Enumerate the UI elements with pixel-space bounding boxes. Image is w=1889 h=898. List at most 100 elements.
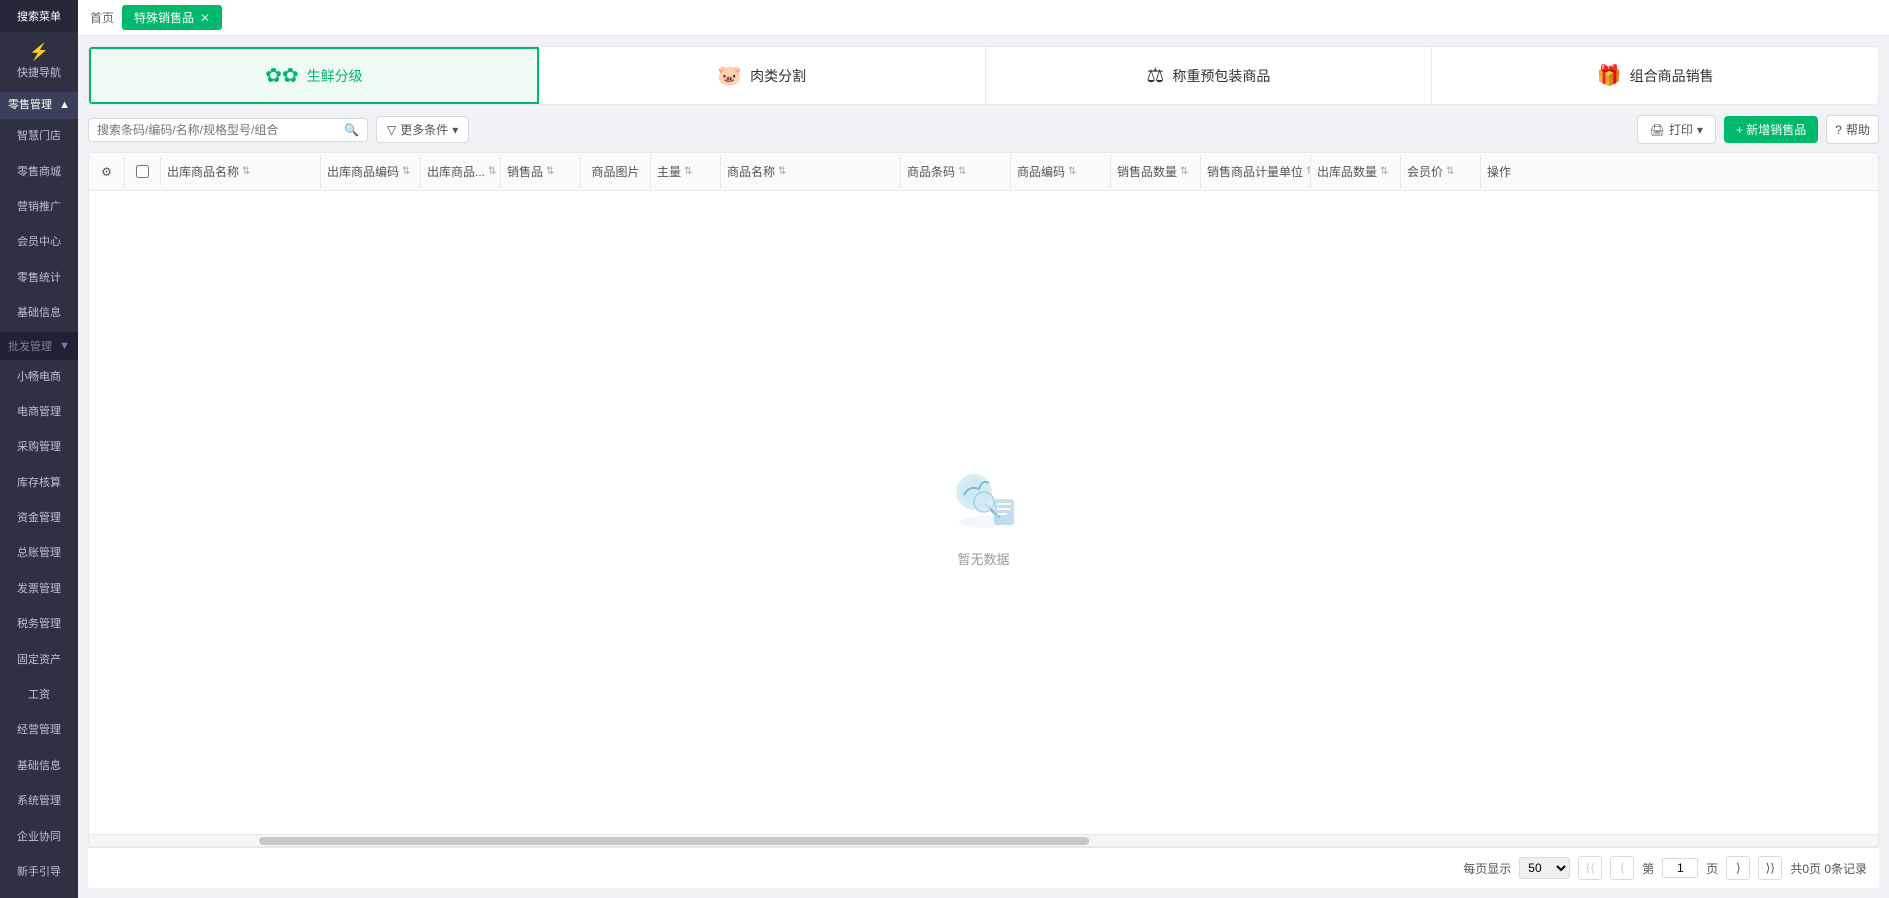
first-page-button[interactable]: ⟨⟨: [1578, 856, 1602, 880]
sidebar-item-settings[interactable]: ⚙: [0, 890, 78, 898]
sidebar-item-new-guide[interactable]: 新手引导: [0, 855, 78, 890]
weight-pack-icon: ⚖: [1146, 63, 1164, 88]
sidebar-item-ecom-mgmt[interactable]: 电商管理: [0, 395, 78, 430]
empty-text: 暂无数据: [957, 549, 1009, 568]
cat-tab-meat-cut[interactable]: 🐷 肉类分割: [539, 47, 986, 104]
last-page-button[interactable]: ⟩⟩: [1758, 856, 1782, 880]
table-header: ⚙ 出库商品名称 ⇅ 出库商品编码 ⇅ 出库商品... ⇅ 销售品: [89, 153, 1878, 191]
meat-cut-label: 肉类分割: [750, 66, 806, 86]
sidebar-item-finance[interactable]: 资金管理: [0, 501, 78, 536]
sidebar-item-wholesale[interactable]: 批发管理 ▼: [0, 332, 78, 360]
th-goods-img: 商品图片: [581, 155, 651, 188]
sidebar-item-ledger[interactable]: 总账管理: [0, 536, 78, 571]
sidebar: 搜索菜单 ⚡ 快捷导航 零售管理 ▲ 智慧门店 零售商城 营销推广 会员中心 零…: [0, 0, 78, 898]
th-action: 操作: [1481, 155, 1541, 188]
select-all-checkbox[interactable]: [136, 165, 149, 178]
sort-goods-code-icon[interactable]: ⇅: [1068, 166, 1076, 177]
scroll-area[interactable]: [89, 834, 1878, 846]
help-icon: ?: [1835, 123, 1842, 137]
filter-label: 更多条件: [400, 121, 448, 138]
search-box[interactable]: 🔍: [88, 118, 368, 142]
empty-state: 暂无数据: [89, 191, 1878, 834]
sort-goods-name-icon[interactable]: ⇅: [778, 166, 786, 177]
sidebar-item-inventory[interactable]: 库存核算: [0, 466, 78, 501]
th-out-code: 出库商品编码 ⇅: [321, 155, 421, 188]
page-label-before: 第: [1642, 860, 1654, 877]
toolbar-right: 🖨 打印 ▾ + 新增销售品 ? 帮助: [1637, 115, 1879, 144]
sort-out-name-icon[interactable]: ⇅: [242, 166, 250, 177]
filter-button[interactable]: ▽ 更多条件 ▾: [376, 116, 469, 143]
print-button[interactable]: 🖨 打印 ▾: [1637, 115, 1716, 144]
th-settings[interactable]: ⚙: [89, 157, 125, 187]
th-out-qty: 出库品数量 ⇅: [1311, 155, 1401, 188]
meat-cut-icon: 🐷: [717, 63, 742, 88]
pagination: 每页显示 50 10 20 100 ⟨⟨ ⟨ 第 页 ⟩ ⟩⟩ 共0页 0条记录: [88, 847, 1879, 888]
scroll-thumb[interactable]: [259, 837, 1089, 845]
sidebar-item-basic-info[interactable]: 基础信息: [0, 296, 78, 331]
sidebar-item-biz[interactable]: 企业协同: [0, 820, 78, 855]
home-link[interactable]: 首页: [90, 9, 114, 26]
sort-weight-icon[interactable]: ⇅: [684, 166, 692, 177]
empty-icon: [944, 457, 1024, 537]
total-info: 共0页 0条记录: [1790, 860, 1867, 877]
cat-tab-combo-sales[interactable]: 🎁 组合商品销售: [1432, 47, 1878, 104]
sidebar-item-member[interactable]: 会员中心: [0, 225, 78, 260]
page-label-after: 页: [1706, 860, 1718, 877]
sidebar-item-fixed-assets[interactable]: 固定资产: [0, 643, 78, 678]
filter-icon: ▽: [387, 123, 396, 137]
th-checkbox[interactable]: [125, 157, 161, 186]
sidebar-item-mini-ecom[interactable]: 小畅电商: [0, 360, 78, 395]
sort-sales-qty-icon[interactable]: ⇅: [1180, 166, 1188, 177]
quick-nav-icon: ⚡: [4, 42, 74, 64]
category-tabs: ✿✿ 生鲜分级 🐷 肉类分割 ⚖ 称重预包装商品 🎁 组合商品销售: [88, 46, 1879, 105]
next-page-button[interactable]: ⟩: [1726, 856, 1750, 880]
sort-sales-goods-icon[interactable]: ⇅: [546, 166, 554, 177]
print-icon: 🖨: [1650, 123, 1665, 137]
new-button[interactable]: + 新增销售品: [1724, 116, 1818, 143]
sidebar-item-marketing[interactable]: 营销推广: [0, 190, 78, 225]
tab-label: 特殊销售品: [134, 9, 194, 26]
help-button[interactable]: ? 帮助: [1826, 115, 1879, 144]
cat-tab-weight-pack[interactable]: ⚖ 称重预包装商品: [986, 47, 1433, 104]
sidebar-item-retail-mgmt[interactable]: 零售管理 ▲: [0, 92, 78, 119]
cat-tab-fresh-grade[interactable]: ✿✿ 生鲜分级: [89, 47, 539, 104]
per-page-label: 每页显示: [1463, 860, 1511, 877]
sort-barcode-icon[interactable]: ⇅: [958, 166, 966, 177]
sort-member-price-icon[interactable]: ⇅: [1446, 166, 1454, 177]
help-label: 帮助: [1846, 121, 1870, 138]
th-weight: 主量 ⇅: [651, 155, 721, 188]
print-label: 打印: [1669, 121, 1693, 138]
sidebar-item-basic-info2[interactable]: 基础信息: [0, 749, 78, 784]
current-tab[interactable]: 特殊销售品 ✕: [122, 5, 222, 30]
fresh-grade-icon: ✿✿: [265, 63, 299, 88]
prev-page-button[interactable]: ⟨: [1610, 856, 1634, 880]
search-icon[interactable]: 🔍: [344, 123, 359, 137]
sidebar-item-quick-nav[interactable]: ⚡ 快捷导航: [0, 32, 78, 92]
sidebar-logo[interactable]: 搜索菜单: [0, 0, 78, 32]
sidebar-item-wages[interactable]: 工资: [0, 678, 78, 713]
toolbar: 🔍 ▽ 更多条件 ▾ 🖨 打印 ▾ + 新增销售品 ?: [88, 115, 1879, 144]
sidebar-item-tax[interactable]: 税务管理: [0, 607, 78, 642]
sidebar-item-ops-mgmt[interactable]: 经营管理: [0, 713, 78, 748]
th-goods-name: 商品名称 ⇅: [721, 155, 901, 188]
sidebar-item-purchase[interactable]: 采购管理: [0, 430, 78, 465]
main-content: 首页 特殊销售品 ✕ ✿✿ 生鲜分级 🐷 肉类分割 ⚖ 称重预包装商品 🎁 组合…: [78, 0, 1889, 898]
sidebar-item-smart-store[interactable]: 智慧门店: [0, 119, 78, 154]
new-label: + 新增销售品: [1736, 121, 1806, 138]
sidebar-item-invoice[interactable]: 发票管理: [0, 572, 78, 607]
th-out-name: 出库商品名称 ⇅: [161, 155, 321, 188]
sidebar-item-retail-stats[interactable]: 零售统计: [0, 261, 78, 296]
search-input[interactable]: [97, 123, 340, 137]
th-out-spec: 出库商品... ⇅: [421, 155, 501, 188]
per-page-select[interactable]: 50 10 20 100: [1519, 857, 1570, 879]
topbar: 首页 特殊销售品 ✕: [78, 0, 1889, 36]
sort-out-spec-icon[interactable]: ⇅: [488, 166, 496, 177]
sidebar-item-sys-mgmt[interactable]: 系统管理: [0, 784, 78, 819]
sort-out-qty-icon[interactable]: ⇅: [1380, 166, 1388, 177]
sort-out-code-icon[interactable]: ⇅: [402, 166, 410, 177]
tab-close-icon[interactable]: ✕: [200, 11, 210, 25]
fresh-grade-label: 生鲜分级: [307, 66, 363, 86]
weight-pack-label: 称重预包装商品: [1172, 66, 1270, 86]
page-input[interactable]: [1662, 858, 1698, 878]
sidebar-item-retail-mall[interactable]: 零售商城: [0, 155, 78, 190]
